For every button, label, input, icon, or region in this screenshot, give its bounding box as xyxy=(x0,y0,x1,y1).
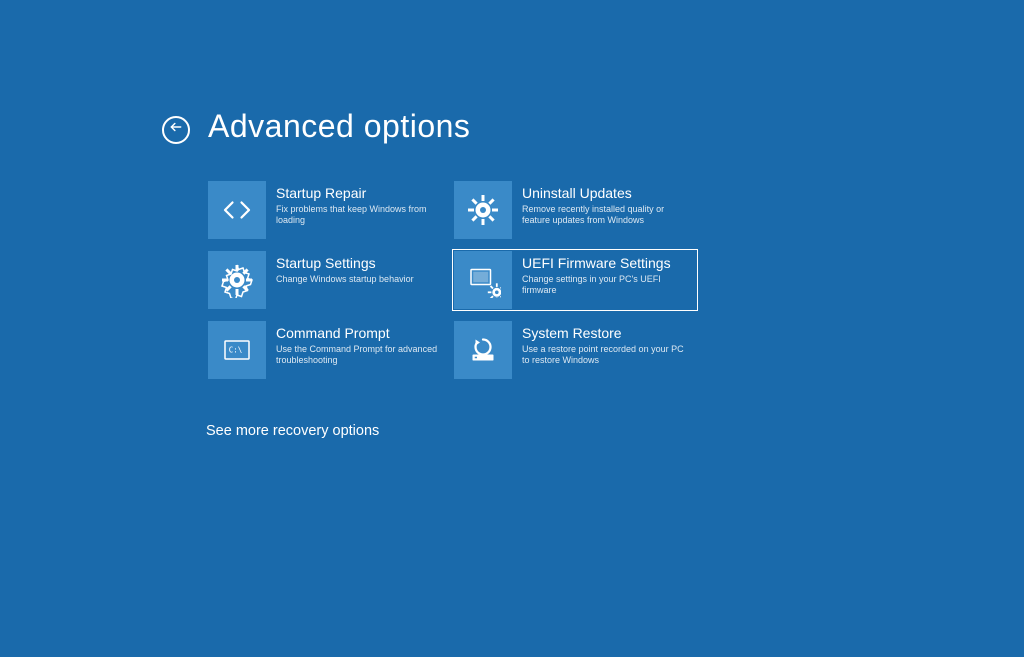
option-desc: Remove recently installed quality or fea… xyxy=(522,204,692,227)
code-icon xyxy=(208,181,266,239)
gear-icon xyxy=(454,181,512,239)
option-title: Startup Settings xyxy=(276,255,414,272)
option-title: System Restore xyxy=(522,325,692,342)
arrow-left-icon xyxy=(169,120,183,139)
option-title: UEFI Firmware Settings xyxy=(522,255,692,272)
terminal-icon: C:\ xyxy=(208,321,266,379)
page-title: Advanced options xyxy=(208,108,470,145)
restore-icon xyxy=(454,321,512,379)
option-command-prompt[interactable]: C:\ Command Prompt Use the Command Promp… xyxy=(206,319,452,381)
option-desc: Change settings in your PC's UEFI firmwa… xyxy=(522,274,692,297)
see-more-recovery-options-link[interactable]: See more recovery options xyxy=(206,423,1024,439)
option-startup-repair[interactable]: Startup Repair Fix problems that keep Wi… xyxy=(206,179,452,241)
gear-icon xyxy=(208,251,266,309)
option-title: Startup Repair xyxy=(276,185,446,202)
option-title: Uninstall Updates xyxy=(522,185,692,202)
option-desc: Use a restore point recorded on your PC … xyxy=(522,344,692,367)
option-uefi-firmware-settings[interactable]: UEFI Firmware Settings Change settings i… xyxy=(452,249,698,311)
back-button[interactable] xyxy=(162,116,190,144)
option-desc: Change Windows startup behavior xyxy=(276,274,414,285)
option-title: Command Prompt xyxy=(276,325,446,342)
option-uninstall-updates[interactable]: Uninstall Updates Remove recently instal… xyxy=(452,179,698,241)
svg-text:C:\: C:\ xyxy=(229,345,243,354)
option-desc: Use the Command Prompt for advanced trou… xyxy=(276,344,446,367)
option-startup-settings[interactable]: Startup Settings Change Windows startup … xyxy=(206,249,452,311)
option-desc: Fix problems that keep Windows from load… xyxy=(276,204,446,227)
firmware-icon xyxy=(454,251,512,309)
option-system-restore[interactable]: System Restore Use a restore point recor… xyxy=(452,319,698,381)
